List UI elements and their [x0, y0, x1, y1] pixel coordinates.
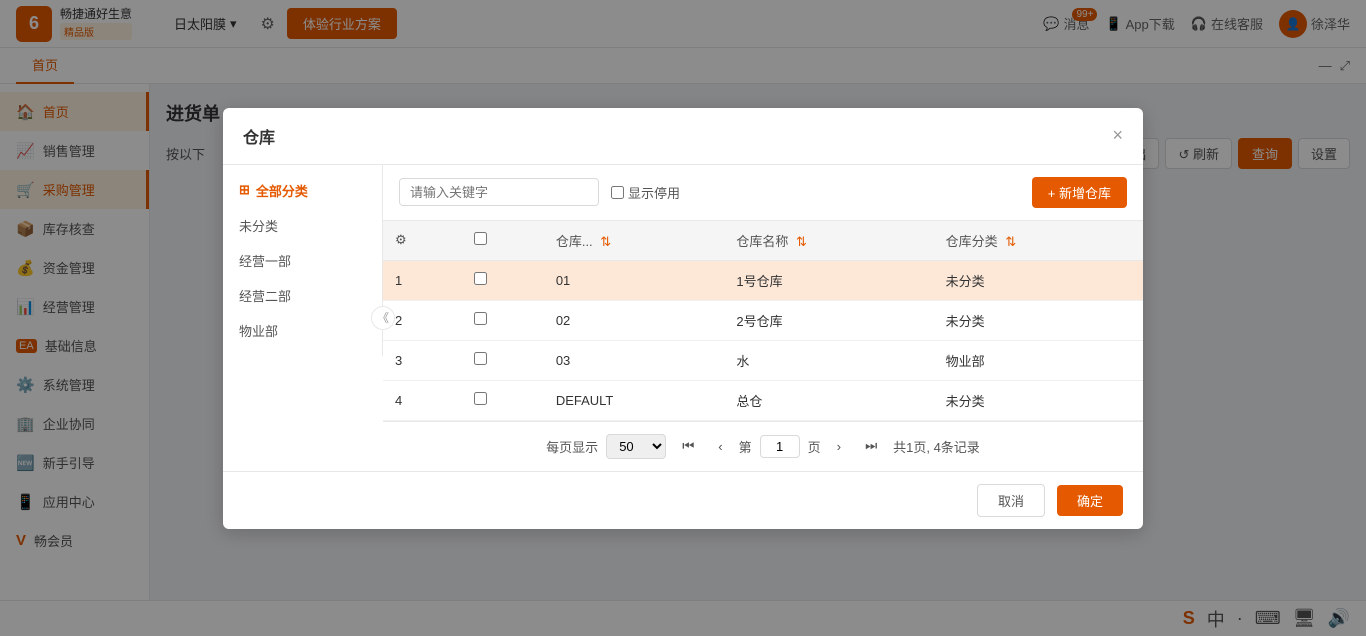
col-name-label: 仓库名称 — [736, 234, 788, 249]
row-code: 03 — [544, 340, 725, 380]
category-item[interactable]: 物业部 — [223, 313, 382, 348]
row-select-checkbox[interactable] — [474, 312, 487, 325]
sort-icon: ⇅ — [796, 234, 807, 249]
table-row[interactable]: 2 02 2号仓库 未分类 — [383, 300, 1143, 340]
row-select-checkbox[interactable] — [474, 392, 487, 405]
grid-icon: ⊞ — [239, 182, 250, 198]
warehouse-modal: 仓库 × ⊞ 全部分类 未分类 经营一部 经营二部 物业部 《 — [223, 108, 1143, 529]
page-label: 第 — [739, 437, 752, 456]
modal-title: 仓库 — [243, 124, 275, 148]
row-category: 物业部 — [934, 340, 1143, 380]
modal-body: ⊞ 全部分类 未分类 经营一部 经营二部 物业部 《 🔍 — [223, 165, 1143, 471]
col-code-label: 仓库... — [556, 234, 593, 249]
category-item[interactable]: 经营二部 — [223, 278, 382, 313]
page-last-btn[interactable]: ⏭ — [857, 435, 885, 457]
row-code: 01 — [544, 260, 725, 300]
search-input[interactable] — [400, 180, 596, 205]
row-select-checkbox[interactable] — [474, 352, 487, 365]
warehouse-table: ⚙ 仓库... ⇅ 仓库名称 ⇅ — [383, 221, 1143, 421]
table-panel: 🔍 显示停用 + 新增仓库 ⚙ — [383, 165, 1143, 471]
table-toolbar: 🔍 显示停用 + 新增仓库 — [383, 165, 1143, 221]
row-category: 未分类 — [934, 380, 1143, 420]
search-box: 🔍 — [399, 178, 599, 206]
select-all-checkbox[interactable] — [474, 232, 487, 245]
table-row[interactable]: 3 03 水 物业部 — [383, 340, 1143, 380]
row-no: 2 — [383, 300, 462, 340]
table-header-row: ⚙ 仓库... ⇅ 仓库名称 ⇅ — [383, 221, 1143, 261]
show-disabled-label: 显示停用 — [628, 183, 680, 202]
category-all[interactable]: ⊞ 全部分类 — [223, 173, 382, 208]
col-settings: ⚙ — [383, 221, 462, 261]
show-disabled-checkbox[interactable] — [611, 186, 624, 199]
col-name: 仓库名称 ⇅ — [724, 221, 933, 261]
sort-icon: ⇅ — [1005, 234, 1016, 249]
row-name: 水 — [724, 340, 933, 380]
col-category: 仓库分类 ⇅ — [934, 221, 1143, 261]
new-warehouse-btn[interactable]: + 新增仓库 — [1032, 177, 1127, 208]
table-scroll: ⚙ 仓库... ⇅ 仓库名称 ⇅ — [383, 221, 1143, 421]
row-name: 1号仓库 — [724, 260, 933, 300]
per-page-label: 每页显示 — [546, 437, 598, 456]
modal-close-btn[interactable]: × — [1112, 125, 1123, 146]
modal-header: 仓库 × — [223, 108, 1143, 165]
modal-footer: 取消 确定 — [223, 471, 1143, 529]
col-category-label: 仓库分类 — [946, 234, 998, 249]
row-name: 2号仓库 — [724, 300, 933, 340]
search-btn[interactable]: 🔍 — [596, 179, 599, 205]
page-next-btn[interactable]: › — [829, 436, 849, 457]
category-panel: ⊞ 全部分类 未分类 经营一部 经营二部 物业部 — [223, 165, 383, 356]
total-label: 共1页, 4条记录 — [893, 437, 980, 456]
page-prev-btn[interactable]: ‹ — [710, 436, 730, 457]
row-checkbox[interactable] — [462, 260, 544, 300]
collapse-panel-btn[interactable]: 《 — [371, 306, 395, 330]
row-no: 1 — [383, 260, 462, 300]
confirm-btn[interactable]: 确定 — [1057, 485, 1123, 516]
sort-icon: ⇅ — [600, 234, 611, 249]
row-checkbox[interactable] — [462, 300, 544, 340]
per-page-select[interactable]: 50 20 100 — [606, 434, 666, 459]
row-no: 4 — [383, 380, 462, 420]
col-checkbox — [462, 221, 544, 261]
table-row[interactable]: 1 01 1号仓库 未分类 — [383, 260, 1143, 300]
page-input[interactable]: 1 — [760, 435, 800, 458]
row-category: 未分类 — [934, 300, 1143, 340]
row-checkbox[interactable] — [462, 340, 544, 380]
category-item[interactable]: 未分类 — [223, 208, 382, 243]
page-first-btn[interactable]: ⏮ — [674, 435, 702, 457]
category-item[interactable]: 经营一部 — [223, 243, 382, 278]
category-panel-wrapper: ⊞ 全部分类 未分类 经营一部 经营二部 物业部 《 — [223, 165, 383, 471]
row-code: 02 — [544, 300, 725, 340]
row-name: 总仓 — [724, 380, 933, 420]
page-suffix: 页 — [808, 437, 821, 456]
pagination: 每页显示 50 20 100 ⏮ ‹ 第 1 页 › ⏭ 共1页, 4条记录 — [383, 421, 1143, 471]
show-disabled-toggle[interactable]: 显示停用 — [611, 183, 680, 202]
row-no: 3 — [383, 340, 462, 380]
table-head: ⚙ 仓库... ⇅ 仓库名称 ⇅ — [383, 221, 1143, 261]
category-all-label: 全部分类 — [256, 181, 308, 200]
col-code: 仓库... ⇅ — [544, 221, 725, 261]
cancel-btn[interactable]: 取消 — [977, 484, 1045, 517]
table-row[interactable]: 4 DEFAULT 总仓 未分类 — [383, 380, 1143, 420]
modal-overlay: 仓库 × ⊞ 全部分类 未分类 经营一部 经营二部 物业部 《 — [0, 0, 1366, 636]
row-select-checkbox[interactable] — [474, 272, 487, 285]
table-body: 1 01 1号仓库 未分类 2 02 2号仓库 — [383, 260, 1143, 420]
row-category: 未分类 — [934, 260, 1143, 300]
row-checkbox[interactable] — [462, 380, 544, 420]
row-code: DEFAULT — [544, 380, 725, 420]
